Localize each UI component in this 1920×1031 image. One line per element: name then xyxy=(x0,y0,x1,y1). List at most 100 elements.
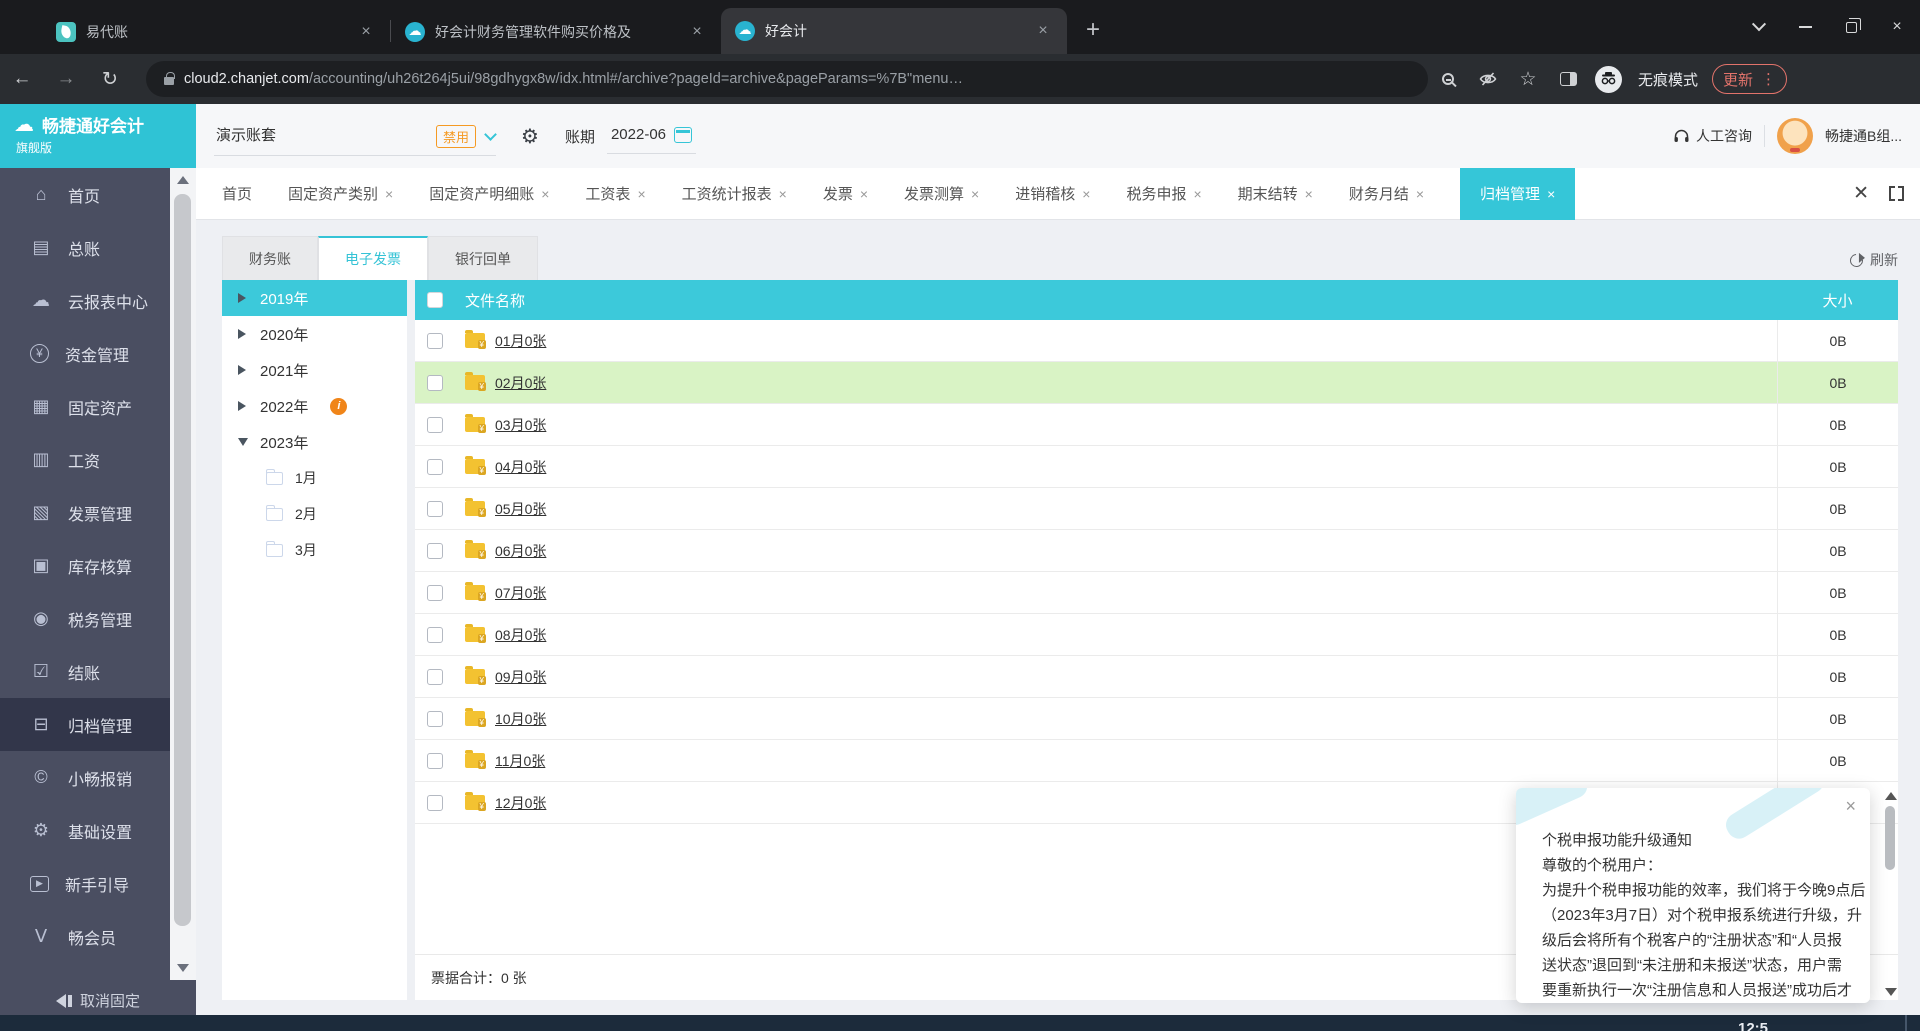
ws-tab-asset-detail[interactable]: 固定资产明细账 × xyxy=(429,183,549,204)
file-link[interactable]: 07月0张 xyxy=(495,583,546,603)
row-checkbox[interactable] xyxy=(427,626,443,643)
calendar-icon[interactable] xyxy=(674,126,693,143)
reload-icon[interactable]: ↻ xyxy=(88,68,132,91)
file-link[interactable]: 06月0张 xyxy=(495,541,546,561)
close-tab-icon[interactable]: × xyxy=(1033,22,1053,40)
row-checkbox[interactable] xyxy=(427,752,443,769)
subtab-bank-receipt[interactable]: 银行回单 xyxy=(428,236,538,280)
table-row[interactable]: 01月0张 0B xyxy=(415,320,1898,362)
close-window-button[interactable]: × xyxy=(1874,0,1920,54)
file-link[interactable]: 09月0张 xyxy=(495,667,546,687)
close-tab-icon[interactable]: × xyxy=(356,23,376,41)
table-row[interactable]: 10月0张 0B xyxy=(415,698,1898,740)
row-checkbox[interactable] xyxy=(427,584,443,601)
forward-icon[interactable]: → xyxy=(44,68,88,90)
ws-tab-tax-filing[interactable]: 税务申报 × xyxy=(1126,183,1201,204)
close-tab-icon[interactable]: × xyxy=(687,23,707,41)
table-row[interactable]: 09月0张 0B xyxy=(415,656,1898,698)
subtab-finance-book[interactable]: 财务账 xyxy=(222,236,318,280)
tree-year-2023[interactable]: 2023年 xyxy=(222,424,407,460)
caret-right-icon[interactable] xyxy=(238,365,246,375)
sidebar-item-guide[interactable]: ▶ 新手引导 xyxy=(0,857,170,910)
sidebar-item-payroll[interactable]: ▥ 工资 xyxy=(0,433,170,486)
file-link[interactable]: 03月0张 xyxy=(495,415,546,435)
sidebar-item-invoices[interactable]: ▧ 发票管理 xyxy=(0,486,170,539)
file-link[interactable]: 12月0张 xyxy=(495,793,546,813)
update-button[interactable]: 更新 ⋮ xyxy=(1712,64,1788,94)
row-checkbox[interactable] xyxy=(427,500,443,517)
period-field[interactable]: 2022-06 xyxy=(606,118,697,154)
sidebar-scrollbar[interactable] xyxy=(170,168,196,980)
table-row[interactable]: 06月0张 0B xyxy=(415,530,1898,572)
unpin-sidebar-button[interactable]: 取消固定 xyxy=(0,986,196,1015)
sidebar-item-funds[interactable]: ¥ 资金管理 xyxy=(0,327,170,380)
notification-scrollbar[interactable] xyxy=(1882,792,1900,996)
close-tab-icon[interactable]: × xyxy=(385,186,393,202)
ws-tab-invoice[interactable]: 发票 × xyxy=(823,183,868,204)
row-checkbox[interactable] xyxy=(427,668,443,685)
tree-year-2019[interactable]: 2019年 xyxy=(222,280,407,316)
restore-button[interactable] xyxy=(1828,0,1874,54)
caret-right-icon[interactable] xyxy=(238,329,246,339)
tab-search-icon[interactable] xyxy=(1736,0,1782,54)
minimize-button[interactable] xyxy=(1782,0,1828,54)
sidebar-item-member[interactable]: Ⅴ 畅会员 xyxy=(0,910,170,963)
gear-icon[interactable]: ⚙ xyxy=(521,124,539,149)
eye-off-icon[interactable] xyxy=(1468,70,1508,88)
sidebar-item-fixed-assets[interactable]: ▦ 固定资产 xyxy=(0,380,170,433)
bookmark-star-icon[interactable]: ☆ xyxy=(1508,68,1548,91)
refresh-button[interactable]: 刷新 xyxy=(1847,250,1898,270)
avatar[interactable] xyxy=(1776,118,1813,154)
ws-tab-asset-category[interactable]: 固定资产类别 × xyxy=(288,183,393,204)
ws-tab-home[interactable]: 首页 xyxy=(222,183,252,204)
close-tab-icon[interactable]: × xyxy=(1193,186,1201,202)
file-link[interactable]: 01月0张 xyxy=(495,331,546,351)
scrollbar-thumb[interactable] xyxy=(1885,806,1895,870)
scroll-up-icon[interactable] xyxy=(1885,792,1897,800)
info-icon[interactable]: i xyxy=(330,397,348,415)
close-tab-icon[interactable]: × xyxy=(1547,186,1555,202)
row-checkbox[interactable] xyxy=(427,794,443,811)
sidebar-item-closing[interactable]: ☑ 结账 xyxy=(0,645,170,698)
file-link[interactable]: 10月0张 xyxy=(495,709,546,729)
sidebar-item-tax[interactable]: ◉ 税务管理 xyxy=(0,592,170,645)
sidebar-item-settings[interactable]: ⚙ 基础设置 xyxy=(0,804,170,857)
ws-tab-salary-report[interactable]: 工资统计报表 × xyxy=(682,183,787,204)
subtab-e-invoice[interactable]: 电子发票 xyxy=(318,236,428,280)
table-row[interactable]: 04月0张 0B xyxy=(415,446,1898,488)
table-row[interactable]: 11月0张 0B xyxy=(415,740,1898,782)
caret-right-icon[interactable] xyxy=(238,293,246,303)
file-link[interactable]: 08月0张 xyxy=(495,625,546,645)
scrollbar-thumb[interactable] xyxy=(174,194,191,926)
browser-tab-yidaizhang[interactable]: 易代账 × xyxy=(42,10,390,54)
new-tab-button[interactable]: + xyxy=(1075,12,1111,48)
scroll-up-icon[interactable] xyxy=(177,176,189,184)
tree-year-2020[interactable]: 2020年 xyxy=(222,316,407,352)
close-tab-icon[interactable]: × xyxy=(779,186,787,202)
close-tab-icon[interactable]: × xyxy=(1305,186,1313,202)
sidebar-item-cloud-reports[interactable]: ☁ 云报表中心 xyxy=(0,274,170,327)
browser-tab-haokuaiji[interactable]: 好会计 × xyxy=(721,8,1067,54)
sidebar-item-expense[interactable]: © 小畅报销 xyxy=(0,751,170,804)
ws-tab-invoice-calc[interactable]: 发票测算 × xyxy=(904,183,979,204)
file-link[interactable]: 11月0张 xyxy=(495,751,545,771)
table-row[interactable]: 05月0张 0B xyxy=(415,488,1898,530)
sidebar-item-general-ledger[interactable]: ▤ 总账 xyxy=(0,221,170,274)
ws-tab-purchase-audit[interactable]: 进销稽核 × xyxy=(1015,183,1090,204)
address-bar[interactable]: cloud2.chanjet.com/accounting/uh26t264j5… xyxy=(146,61,1428,97)
select-all-checkbox[interactable] xyxy=(427,292,443,308)
table-row[interactable]: 03月0张 0B xyxy=(415,404,1898,446)
close-tab-icon[interactable]: × xyxy=(1416,186,1424,202)
table-row[interactable]: 02月0张 0B xyxy=(415,362,1898,404)
row-checkbox[interactable] xyxy=(427,542,443,559)
tree-month-feb[interactable]: 2月 xyxy=(222,496,407,532)
file-link[interactable]: 04月0张 xyxy=(495,457,546,477)
zoom-icon[interactable] xyxy=(1428,73,1468,85)
file-link[interactable]: 05月0张 xyxy=(495,499,546,519)
support-link[interactable]: 人工咨询 xyxy=(1673,126,1752,146)
caret-right-icon[interactable] xyxy=(238,401,246,411)
row-checkbox[interactable] xyxy=(427,710,443,727)
table-row[interactable]: 08月0张 0B xyxy=(415,614,1898,656)
row-checkbox[interactable] xyxy=(427,458,443,475)
ws-tab-salary-sheet[interactable]: 工资表 × xyxy=(585,183,645,204)
